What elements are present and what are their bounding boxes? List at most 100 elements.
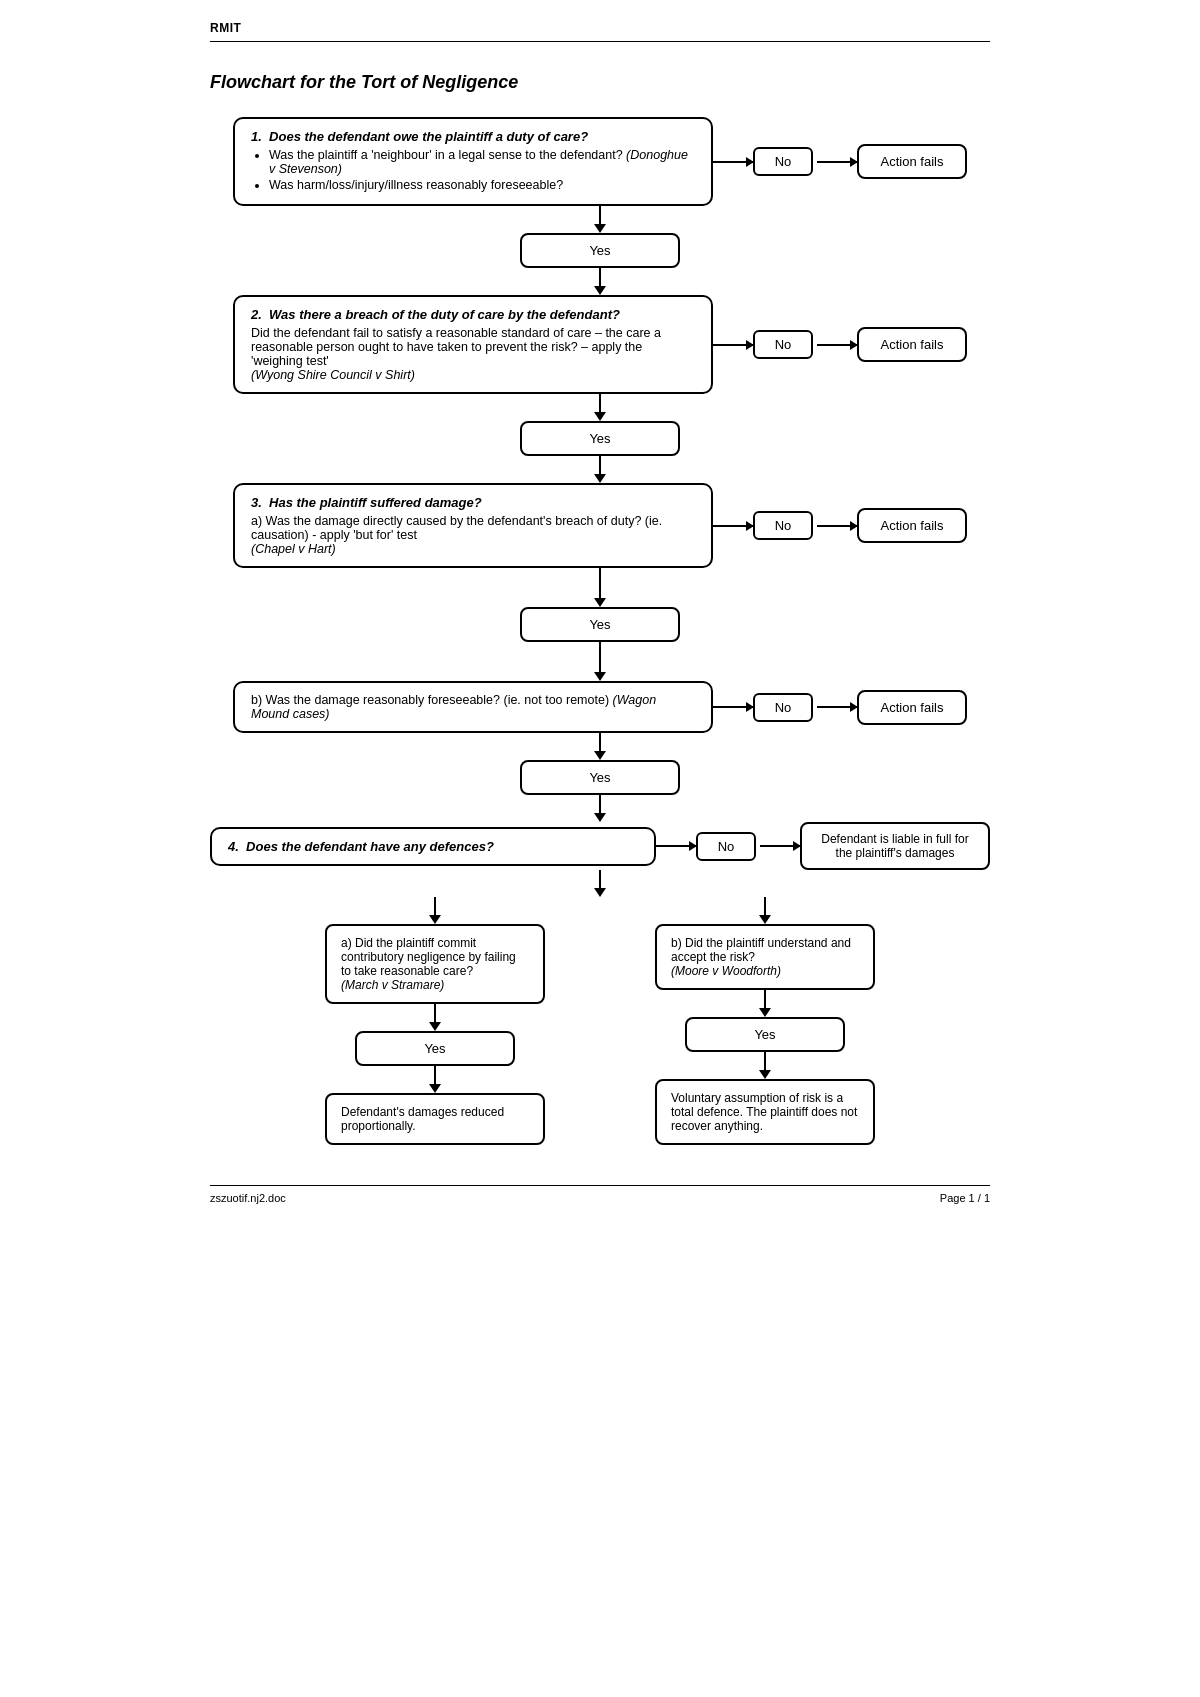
q4-v-line1 <box>599 870 601 888</box>
q4-h-arrow <box>656 845 696 847</box>
footer-filename: zszuotif.nj2.doc <box>210 1192 286 1204</box>
q1-arrow-head <box>594 224 606 233</box>
q3a-v-line2 <box>599 642 601 672</box>
q1-bullets: Was the plaintiff a 'neighbour' in a leg… <box>269 148 695 192</box>
header-bar: RMIT <box>210 20 990 42</box>
footer-page: Page 1 / 1 <box>940 1192 990 1204</box>
db-head2 <box>759 1008 771 1017</box>
q3b-yes-arrow <box>594 733 606 760</box>
q2-h-arrow <box>713 344 753 346</box>
da-yes-label: Yes <box>424 1041 445 1056</box>
q2-action-fails: Action fails <box>881 337 944 352</box>
q3a-h-arrow <box>713 525 753 527</box>
defences-section: a) Did the plaintiff commit contributory… <box>210 897 990 1145</box>
da-arrow-down <box>429 897 441 924</box>
da-outcome-box: Defendant's damages reduced proportional… <box>325 1093 545 1145</box>
q3a-no-box: No <box>753 511 813 540</box>
q2-question: Was there a breach of the duty of care b… <box>269 307 620 322</box>
da-v3 <box>434 1066 436 1084</box>
q2-action-fails-box: Action fails <box>857 327 967 362</box>
da-arrow2 <box>429 1004 441 1031</box>
defence-a-box: a) Did the plaintiff commit contributory… <box>325 924 545 1004</box>
defence-b-text: b) Did the plaintiff understand and acce… <box>671 936 851 964</box>
q1-h-arrow2 <box>817 161 857 163</box>
q3a-h-arrow2 <box>817 525 857 527</box>
q1-no-label: No <box>775 154 792 169</box>
q1-arrow-head2 <box>594 286 606 295</box>
db-yes-label: Yes <box>754 1027 775 1042</box>
db-yes-box: Yes <box>685 1017 845 1052</box>
da-arrow3 <box>429 1066 441 1093</box>
defence-b-box: b) Did the plaintiff understand and acce… <box>655 924 875 990</box>
q2-no-box: No <box>753 330 813 359</box>
db-arrow2 <box>759 990 771 1017</box>
q1-action-fails-box: Action fails <box>857 144 967 179</box>
q2-no-label: No <box>775 337 792 352</box>
da-yes-box: Yes <box>355 1031 515 1066</box>
q3a-action-fails-box: Action fails <box>857 508 967 543</box>
q3a-row: 3. Has the plaintiff suffered damage? a)… <box>210 483 990 568</box>
db-arrow3 <box>759 1052 771 1079</box>
q2-arrow-head <box>594 412 606 421</box>
q4-right-branch: No Defendant is liable in full for the p… <box>656 822 990 870</box>
db-v2 <box>764 990 766 1008</box>
q2-sub: Did the defendant fail to satisfy a reas… <box>251 326 695 382</box>
q1-number: 1. <box>251 129 262 144</box>
q3b-arrow-head2 <box>594 813 606 822</box>
defence-b-case: (Moore v Woodforth) <box>671 964 781 978</box>
q3a-sub: a) Was the damage directly caused by the… <box>251 514 695 556</box>
db-outcome-box: Voluntary assumption of risk is a total … <box>655 1079 875 1145</box>
q1-question: Does the defendant owe the plaintiff a d… <box>269 129 588 144</box>
db-head3 <box>759 1070 771 1079</box>
q3a-box: 3. Has the plaintiff suffered damage? a)… <box>233 483 713 568</box>
q1-v-line1 <box>599 206 601 224</box>
q2-right-branch: No Action fails <box>713 327 967 362</box>
page-title: Flowchart for the Tort of Negligence <box>210 72 990 93</box>
q3b-h-arrow2 <box>817 706 857 708</box>
q1-box: 1. Does the defendant owe the plaintiff … <box>233 117 713 206</box>
q2-yes-label: Yes <box>589 431 610 446</box>
q3b-action-fails: Action fails <box>881 700 944 715</box>
q3a-down2 <box>594 642 606 681</box>
q4-no-box: No <box>696 832 756 861</box>
q3a-arrow-head <box>594 598 606 607</box>
q3a-v-line1 <box>599 568 601 598</box>
q4-row: 4. Does the defendant have any defences?… <box>210 822 990 870</box>
q3a-yes-box: Yes <box>520 607 680 642</box>
q1-v-line2 <box>599 268 601 286</box>
q3b-no-label: No <box>775 700 792 715</box>
da-outcome: Defendant's damages reduced proportional… <box>341 1105 504 1133</box>
q2-row: 2. Was there a breach of the duty of car… <box>210 295 990 394</box>
da-head2 <box>429 1022 441 1031</box>
q4-no-label: No <box>718 839 735 854</box>
db-v3 <box>764 1052 766 1070</box>
q4-no-result: Defendant is liable in full for the plai… <box>821 832 968 860</box>
q3b-arrow-head <box>594 751 606 760</box>
da-arrowhead <box>429 915 441 924</box>
q3a-number: 3. <box>251 495 262 510</box>
q3b-v-line1 <box>599 733 601 751</box>
q3a-yes-label: Yes <box>589 617 610 632</box>
q2-h-arrow2 <box>817 344 857 346</box>
q3a-sub-text: a) Was the damage directly caused by the… <box>251 514 662 542</box>
q3a-arrow-head2 <box>594 672 606 681</box>
q3b-row: b) Was the damage reasonably foreseeable… <box>210 681 990 733</box>
defences-branch: a) Did the plaintiff commit contributory… <box>320 897 880 1145</box>
q1-down2 <box>594 268 606 295</box>
q3b-v-line2 <box>599 795 601 813</box>
q4-result-box: Defendant is liable in full for the plai… <box>800 822 990 870</box>
q2-yes-box: Yes <box>520 421 680 456</box>
q3b-action-fails-box: Action fails <box>857 690 967 725</box>
q4-yes-arrow <box>594 870 606 897</box>
q1-row: 1. Does the defendant owe the plaintiff … <box>210 117 990 206</box>
q3a-action-fails: Action fails <box>881 518 944 533</box>
q3b-no-box: No <box>753 693 813 722</box>
q1-no-box: No <box>753 147 813 176</box>
q4-question: Does the defendant have any defences? <box>246 839 494 854</box>
q1-bullet-2: Was harm/loss/injury/illness reasonably … <box>269 178 695 192</box>
q2-arrow-head2 <box>594 474 606 483</box>
q2-case: (Wyong Shire Council v Shirt) <box>251 368 415 382</box>
q3a-no-label: No <box>775 518 792 533</box>
q3a-yes-arrow <box>594 568 606 607</box>
q1-bullet-1: Was the plaintiff a 'neighbour' in a leg… <box>269 148 695 176</box>
